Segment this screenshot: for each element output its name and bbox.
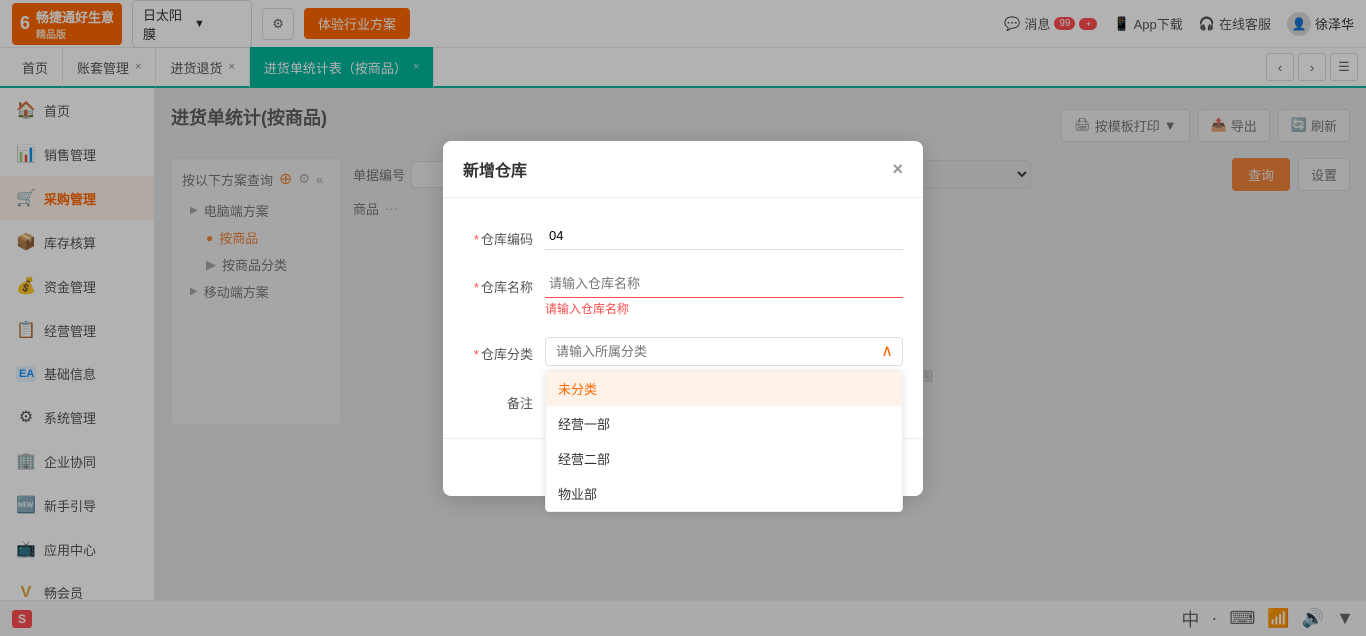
name-label: *仓库名称 bbox=[463, 270, 533, 296]
name-row: *仓库名称 请输入仓库名称 bbox=[463, 270, 903, 317]
name-error-msg: 请输入仓库名称 bbox=[545, 300, 903, 317]
name-field: 请输入仓库名称 bbox=[545, 270, 903, 317]
category-row: *仓库分类 ∧ 未分类 经营一部 经营二部 物业部 bbox=[463, 337, 903, 366]
category-chevron-icon[interactable]: ∧ bbox=[881, 341, 893, 361]
name-input[interactable] bbox=[545, 270, 903, 298]
category-label: *仓库分类 bbox=[463, 337, 533, 363]
category-input-wrap: ∧ bbox=[545, 337, 903, 366]
dropdown-item-3[interactable]: 物业部 bbox=[546, 476, 902, 511]
dialog-body: *仓库编码 *仓库名称 请输入仓库名称 *仓库分类 bbox=[443, 198, 923, 438]
category-dropdown: 未分类 经营一部 经营二部 物业部 bbox=[545, 370, 903, 512]
note-label: 备注 bbox=[463, 386, 533, 412]
code-label: *仓库编码 bbox=[463, 222, 533, 248]
code-input[interactable] bbox=[545, 222, 903, 250]
code-row: *仓库编码 bbox=[463, 222, 903, 250]
category-field: ∧ 未分类 经营一部 经营二部 物业部 bbox=[545, 337, 903, 366]
dropdown-item-1[interactable]: 经营一部 bbox=[546, 406, 902, 441]
dialog-overlay: 新增仓库 × *仓库编码 *仓库名称 请输入仓库名称 bbox=[0, 0, 1366, 636]
code-field bbox=[545, 222, 903, 250]
dialog-title: 新增仓库 bbox=[463, 157, 527, 181]
dialog-header: 新增仓库 × bbox=[443, 141, 923, 198]
dialog-close-icon[interactable]: × bbox=[892, 160, 903, 178]
category-input[interactable] bbox=[545, 337, 903, 366]
add-warehouse-dialog: 新增仓库 × *仓库编码 *仓库名称 请输入仓库名称 bbox=[443, 141, 923, 496]
dropdown-item-2[interactable]: 经营二部 bbox=[546, 441, 902, 476]
dropdown-item-0[interactable]: 未分类 bbox=[546, 371, 902, 406]
